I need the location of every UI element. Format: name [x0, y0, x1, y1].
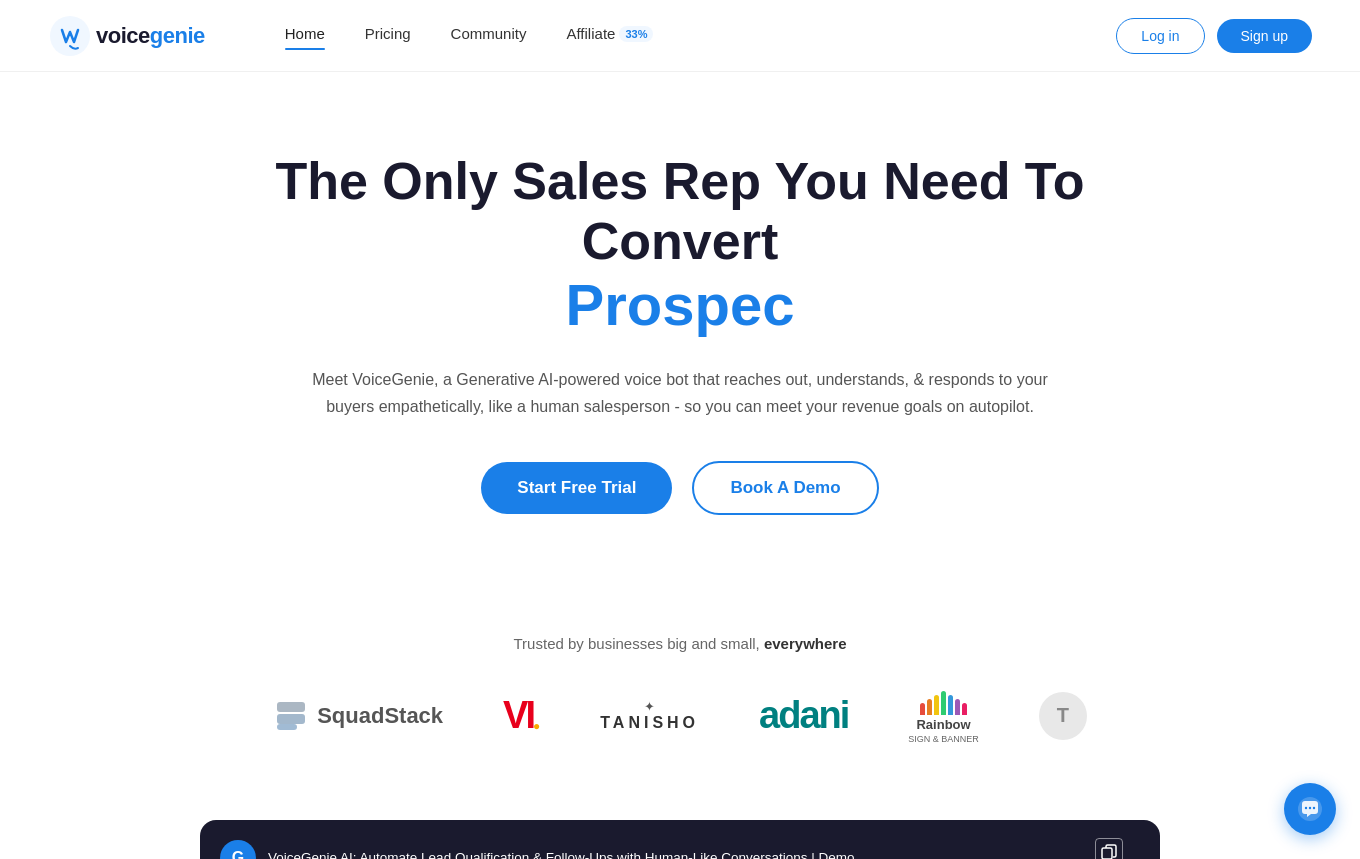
copy-link-button[interactable]: Copy link: [1079, 834, 1140, 859]
signup-button[interactable]: Sign up: [1217, 19, 1312, 53]
circle-t-icon: T: [1039, 692, 1087, 740]
logo[interactable]: voicegenie: [48, 14, 205, 58]
video-title-text: VoiceGenie AI: Automate Lead Qualificati…: [268, 849, 1067, 859]
squadstack-logo: SquadStack: [273, 692, 443, 740]
nav-actions: Log in Sign up: [1116, 18, 1312, 54]
rainbow-fan: [920, 687, 967, 715]
trusted-section: Trusted by businesses big and small, eve…: [0, 635, 1360, 800]
adani-text: adani: [759, 694, 848, 737]
svg-rect-2: [277, 714, 305, 724]
svg-point-0: [50, 16, 90, 56]
copy-icon: [1095, 838, 1123, 859]
hero-section: The Only Sales Rep You Need To Convert P…: [180, 72, 1180, 635]
adani-logo: adani: [759, 692, 848, 740]
navbar: voicegenie Home Pricing Community Affili…: [0, 0, 1360, 72]
trusted-text: Trusted by businesses big and small, eve…: [40, 635, 1320, 652]
video-section: G VoiceGenie AI: Automate Lead Qualifica…: [0, 800, 1360, 859]
svg-point-7: [1309, 807, 1311, 809]
squadstack-name: SquadStack: [317, 703, 443, 729]
logos-row: SquadStack VI● ✦ TANISHO adani: [40, 692, 1320, 740]
login-button[interactable]: Log in: [1116, 18, 1204, 54]
affiliate-badge: 33%: [619, 26, 653, 42]
tanishq-symbol: ✦: [644, 699, 656, 714]
hero-buttons: Start Free Trial Book A Demo: [220, 461, 1140, 515]
rainbow-logo: Rainbow SIGN & BANNER: [908, 692, 979, 740]
svg-point-6: [1305, 807, 1307, 809]
video-bar: G VoiceGenie AI: Automate Lead Qualifica…: [200, 820, 1160, 859]
logo-text: voicegenie: [96, 23, 205, 49]
rainbow-subtext: SIGN & BANNER: [908, 734, 979, 744]
nav-pricing[interactable]: Pricing: [365, 25, 411, 46]
logo-icon: [48, 14, 92, 58]
nav-affiliate[interactable]: Affiliate 33%: [566, 25, 653, 46]
svg-point-8: [1313, 807, 1315, 809]
nav-community[interactable]: Community: [451, 25, 527, 46]
book-demo-button[interactable]: Book A Demo: [692, 461, 878, 515]
rainbow-text: Rainbow: [916, 717, 970, 732]
vi-text: VI: [503, 694, 533, 737]
copy-svg-icon: [1101, 844, 1117, 859]
chat-bubble-icon: [1297, 796, 1323, 822]
svg-rect-4: [1102, 848, 1112, 859]
squadstack-icon: [273, 698, 309, 734]
circle-t-logo: T: [1039, 692, 1087, 740]
chat-bubble-button[interactable]: [1284, 783, 1336, 835]
svg-rect-1: [277, 702, 305, 712]
vi-logo: VI●: [503, 692, 540, 740]
tanishq-text: TANISHO: [600, 714, 699, 732]
vi-dot: ●: [533, 719, 540, 733]
nav-links: Home Pricing Community Affiliate 33%: [285, 25, 1117, 46]
hero-description: Meet VoiceGenie, a Generative AI-powered…: [300, 366, 1060, 420]
video-g-icon: G: [220, 840, 256, 859]
nav-home[interactable]: Home: [285, 25, 325, 46]
start-trial-button[interactable]: Start Free Trial: [481, 462, 672, 514]
video-container: G VoiceGenie AI: Automate Lead Qualifica…: [200, 820, 1160, 859]
hero-title: The Only Sales Rep You Need To Convert P…: [220, 152, 1140, 338]
tanishq-logo: ✦ TANISHO: [600, 692, 699, 740]
hero-subtitle: Prospec: [220, 272, 1140, 339]
svg-rect-3: [277, 724, 297, 730]
